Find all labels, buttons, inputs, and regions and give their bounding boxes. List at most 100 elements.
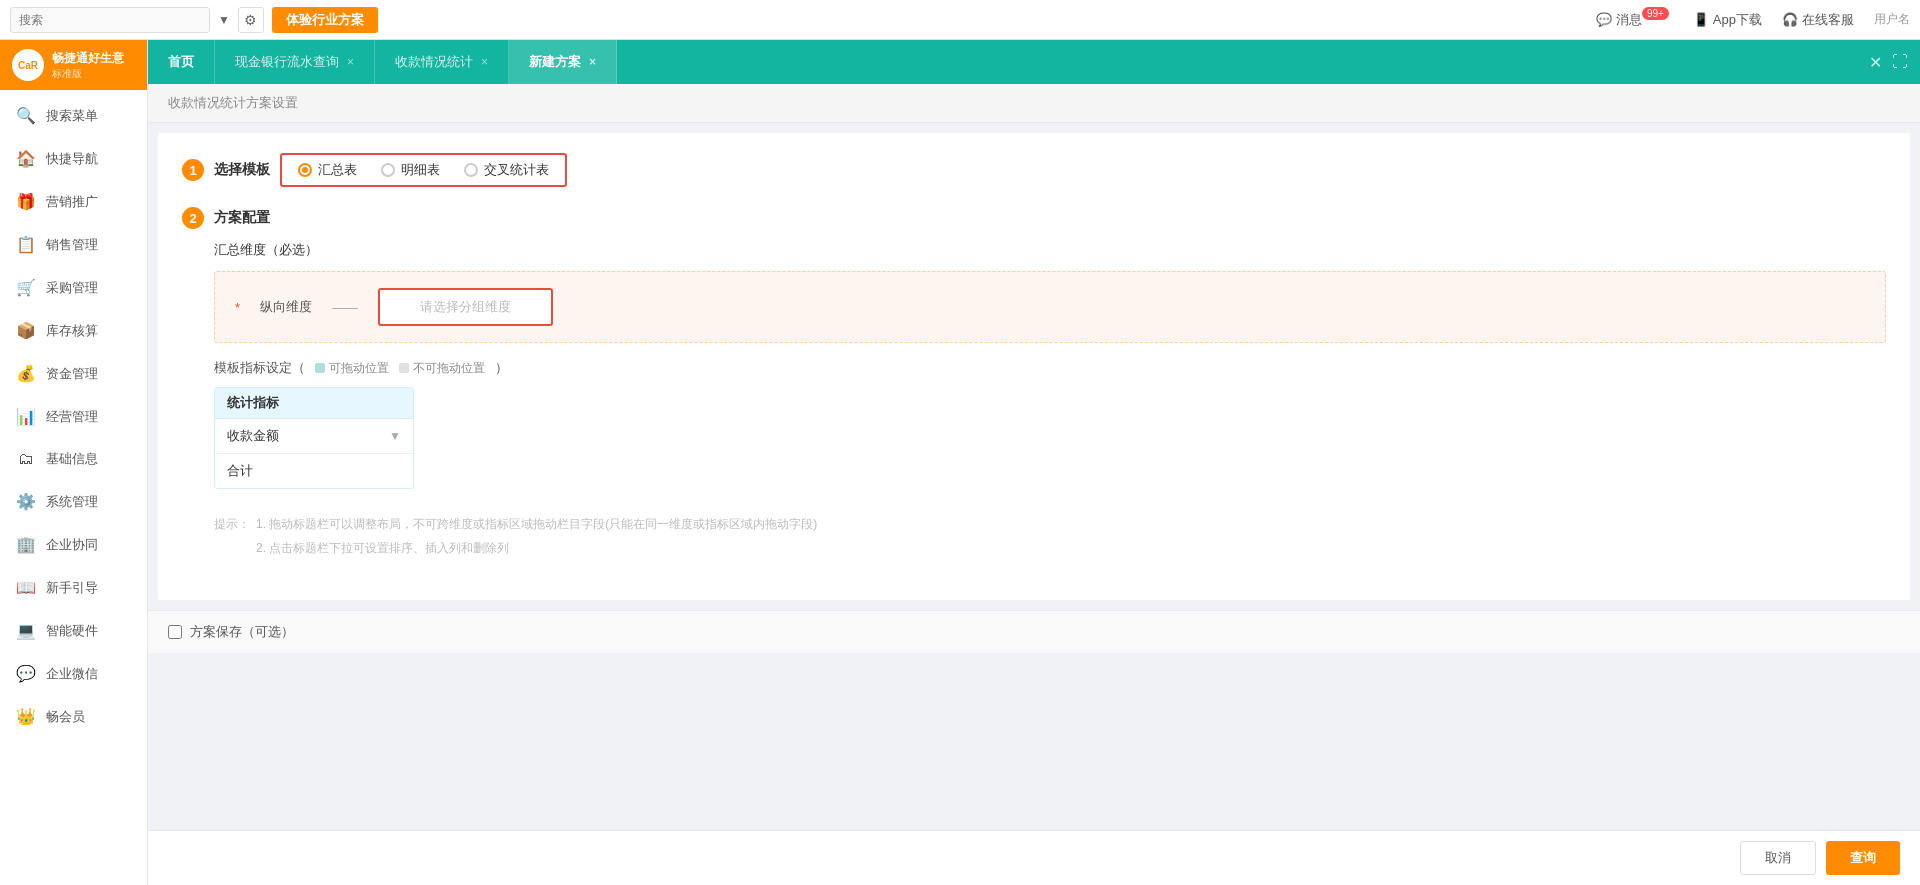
radio-detail-circle: [381, 163, 395, 177]
sidebar-item-label: 资金管理: [46, 365, 98, 383]
footer-bar: 取消 查询: [148, 830, 1920, 885]
tab-bank-flow-label: 现金银行流水查询: [235, 53, 339, 71]
settings-button[interactable]: ⚙: [238, 7, 264, 33]
radio-summary[interactable]: 汇总表: [298, 161, 357, 179]
step1-row: 1 选择模板 汇总表 明细表: [182, 153, 1886, 187]
metrics-item-receipt-label: 收款金额: [227, 427, 279, 445]
cancel-button[interactable]: 取消: [1740, 841, 1816, 875]
search-input[interactable]: [10, 7, 210, 33]
sidebar-item-label: 企业微信: [46, 665, 98, 683]
trial-button[interactable]: 体验行业方案: [272, 7, 378, 33]
breadcrumb: 收款情况统计方案设置: [148, 84, 1920, 123]
headset-icon: 🎧: [1782, 12, 1798, 27]
step2-section: 2 方案配置 汇总维度（必选） * 纵向维度 ——: [182, 207, 1886, 560]
tab-receipt-stats-close-icon[interactable]: ×: [481, 55, 488, 69]
dimension-select-placeholder: 请选择分组维度: [420, 299, 511, 314]
maximize-icon[interactable]: ⛶: [1892, 53, 1908, 71]
sidebar-item-operations[interactable]: 📊 经营管理: [0, 395, 147, 438]
logo-icon: CaR: [12, 49, 44, 81]
dimension-select[interactable]: 请选择分组维度: [378, 288, 553, 326]
system-icon: ⚙️: [16, 492, 36, 511]
sidebar-item-inventory[interactable]: 📦 库存核算: [0, 309, 147, 352]
sidebar-item-label: 智能硬件: [46, 622, 98, 640]
logo-abbr: CaR: [18, 60, 38, 71]
inventory-icon: 📦: [16, 321, 36, 340]
sidebar-item-search-menu[interactable]: 🔍 搜索菜单: [0, 94, 147, 137]
step1-number: 1: [182, 159, 204, 181]
tab-bar-actions: ✕ ⛶: [1857, 40, 1920, 84]
tab-home[interactable]: 首页: [148, 40, 215, 84]
sidebar-item-label: 系统管理: [46, 493, 98, 511]
online-service-label: 在线客服: [1802, 11, 1854, 29]
header-left: ▼ ⚙ 体验行业方案: [10, 7, 378, 33]
metrics-item-total[interactable]: 合计: [215, 454, 413, 488]
hardware-icon: 💻: [16, 621, 36, 640]
message-item[interactable]: 💬 消息 99+: [1596, 11, 1673, 29]
sidebar-item-marketing[interactable]: 🎁 营销推广: [0, 180, 147, 223]
tab-new-plan[interactable]: 新建方案 ×: [509, 40, 617, 84]
radio-detail[interactable]: 明细表: [381, 161, 440, 179]
dropdown-arrow-icon: ▼: [218, 13, 230, 27]
member-icon: 👑: [16, 707, 36, 726]
tab-new-plan-close-icon[interactable]: ×: [589, 55, 596, 69]
header-dropdown[interactable]: ▼: [218, 13, 230, 27]
gift-icon: 🎁: [16, 192, 36, 211]
finance-icon: 💰: [16, 364, 36, 383]
main-container: CaR 畅捷通好生意 标准版 🔍 搜索菜单 🏠 快捷导航 🎁 营销推广 📋: [0, 40, 1920, 885]
tab-receipt-stats-label: 收款情况统计: [395, 53, 473, 71]
radio-cross-circle: [464, 163, 478, 177]
required-star: *: [235, 300, 240, 315]
logo-sub-text: 标准版: [52, 67, 124, 81]
save-checkbox[interactable]: [168, 625, 182, 639]
tab-home-label: 首页: [168, 53, 194, 71]
radio-detail-label: 明细表: [401, 161, 440, 179]
sidebar-item-system[interactable]: ⚙️ 系统管理: [0, 480, 147, 523]
sidebar-item-purchase[interactable]: 🛒 采购管理: [0, 266, 147, 309]
tab-bank-flow-close-icon[interactable]: ×: [347, 55, 354, 69]
step2-number: 2: [182, 207, 204, 229]
sidebar-item-label: 经营管理: [46, 408, 98, 426]
sidebar-item-member[interactable]: 👑 畅会员: [0, 695, 147, 738]
app-download-label: App下载: [1713, 11, 1762, 29]
metrics-label-prefix: 模板指标设定（: [214, 359, 305, 377]
building-icon: 🏢: [16, 535, 36, 554]
radio-summary-label: 汇总表: [318, 161, 357, 179]
close-all-icon[interactable]: ✕: [1869, 53, 1882, 72]
message-icon: 💬: [1596, 12, 1612, 27]
sidebar-item-guide[interactable]: 📖 新手引导: [0, 566, 147, 609]
step2-config: 汇总维度（必选） * 纵向维度 —— 请选择分组维度: [182, 241, 1886, 560]
metrics-container: 统计指标 收款金额 ▼ 合计: [214, 387, 414, 489]
sidebar-item-quick-nav[interactable]: 🏠 快捷导航: [0, 137, 147, 180]
tips-prefix: 提示：: [214, 512, 250, 536]
sidebar-item-label: 搜索菜单: [46, 107, 98, 125]
online-service-item[interactable]: 🎧 在线客服: [1782, 11, 1854, 29]
sidebar-item-smart-hardware[interactable]: 💻 智能硬件: [0, 609, 147, 652]
sidebar-item-basic-info[interactable]: 🗂 基础信息: [0, 438, 147, 480]
sidebar-item-finance[interactable]: 💰 资金管理: [0, 352, 147, 395]
dimension-section-label: 汇总维度（必选）: [214, 241, 1886, 259]
legend-nodrag: 不可拖动位置: [399, 360, 485, 377]
guide-icon: 📖: [16, 578, 36, 597]
query-button[interactable]: 查询: [1826, 841, 1900, 875]
user-area[interactable]: 用户名: [1874, 11, 1910, 28]
nodrag-dot: [399, 363, 409, 373]
dimension-row: * 纵向维度 —— 请选择分组维度: [235, 288, 1865, 326]
dropdown-chevron-icon[interactable]: ▼: [389, 429, 401, 443]
app-download-item[interactable]: 📱 App下载: [1693, 11, 1762, 29]
step2-title: 方案配置: [214, 209, 270, 227]
sidebar: CaR 畅捷通好生意 标准版 🔍 搜索菜单 🏠 快捷导航 🎁 营销推广 📋: [0, 40, 148, 885]
sidebar-item-label: 库存核算: [46, 322, 98, 340]
sidebar-item-sales[interactable]: 📋 销售管理: [0, 223, 147, 266]
metrics-header-label: 统计指标: [227, 395, 279, 410]
metrics-item-receipt[interactable]: 收款金额 ▼: [215, 419, 413, 454]
sidebar-item-enterprise[interactable]: 🏢 企业协同: [0, 523, 147, 566]
step2-row: 2 方案配置: [182, 207, 1886, 229]
radio-cross[interactable]: 交叉统计表: [464, 161, 549, 179]
page-content: 收款情况统计方案设置 1 选择模板 汇总表: [148, 84, 1920, 830]
form-card: 1 选择模板 汇总表 明细表: [158, 133, 1910, 600]
sidebar-item-wechat[interactable]: 💬 企业微信: [0, 652, 147, 695]
tip-line-1: 提示： 1. 拖动标题栏可以调整布局，不可跨维度或指标区域拖动栏目字段(只能在同…: [214, 512, 1886, 536]
tab-bank-flow[interactable]: 现金银行流水查询 ×: [215, 40, 375, 84]
tab-receipt-stats[interactable]: 收款情况统计 ×: [375, 40, 509, 84]
radio-summary-circle: [298, 163, 312, 177]
